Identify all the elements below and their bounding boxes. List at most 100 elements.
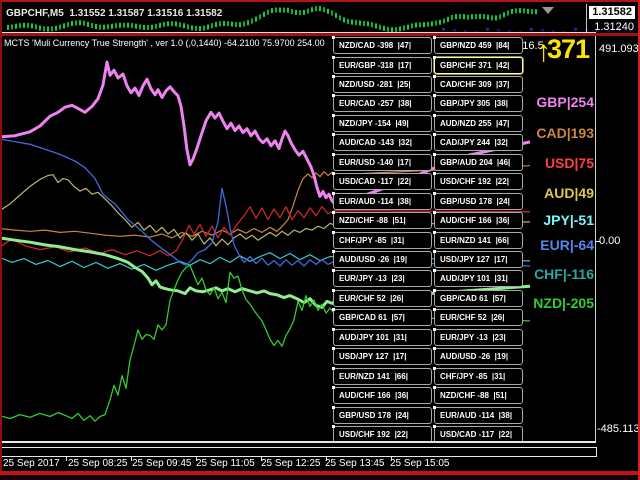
time-label: 25 Sep 11:05 (196, 458, 255, 469)
pair-button-nzdchf[interactable]: NZD/CHF -88 |51| (433, 386, 523, 405)
axis-tick (131, 457, 132, 461)
pair-button-gbpcad[interactable]: GBP/CAD 61 |57| (433, 288, 523, 307)
button-corner-mark (332, 211, 335, 214)
button-corner-mark (433, 386, 436, 390)
scale-max-label: 491.093 (599, 43, 639, 55)
pair-button-audnzd[interactable]: AUD/NZD 255 |47| (433, 113, 523, 132)
chart-bottom-border (0, 441, 596, 443)
indicator-title: MCTS 'Muli Currency True Strength' , ver… (4, 38, 325, 48)
button-corner-mark (332, 191, 335, 195)
pair-button-eurjpy[interactable]: EUR/JPY -13 |23| (332, 269, 432, 288)
strength-label-jpy: JPY|-51 (543, 212, 594, 228)
time-label: 25 Sep 13:45 (325, 458, 385, 469)
pair-button-usdchf[interactable]: USD/CHF 192 |22| (433, 172, 523, 191)
time-label: 25 Sep 08:25 (68, 458, 128, 469)
pair-button-eurgbp[interactable]: EUR/GBP -318 |17| (332, 55, 432, 74)
scale-min-label: -485.113 (597, 423, 640, 435)
button-corner-mark (433, 249, 436, 253)
pair-button-eurjpy[interactable]: EUR/JPY -13 |23| (433, 327, 523, 346)
strength-label-nzd: NZD|-205 (533, 295, 594, 311)
button-corner-mark (332, 133, 335, 137)
button-corner-mark (433, 288, 436, 292)
pair-button-cadchf[interactable]: CAD/CHF 309 |37| (433, 74, 523, 93)
button-corner-mark (332, 94, 335, 98)
button-corner-mark (433, 152, 436, 156)
pair-button-audusd[interactable]: AUD/USD -26 |19| (332, 249, 432, 268)
pair-button-gbpusd[interactable]: GBP/USD 178 |24| (433, 191, 523, 210)
up-arrow-icon: ↑ (536, 35, 551, 68)
pair-button-eurnzd[interactable]: EUR/NZD 141 |66| (433, 230, 523, 249)
pair-button-eurchf[interactable]: EUR/CHF 52 |26| (433, 308, 523, 327)
pair-button-audcad[interactable]: AUD/CAD -143 |32| (332, 133, 432, 152)
strength-label-chf: CHF|-116 (534, 266, 594, 282)
pair-button-audjpy[interactable]: AUD/JPY 101 |31| (433, 269, 523, 288)
pair-button-euraud[interactable]: EUR/AUD -114 |38| (433, 405, 523, 424)
strength-label-cad: CAD|193 (536, 125, 594, 141)
pair-button-eurnzd[interactable]: EUR/NZD 141 |66| (332, 366, 432, 385)
pair-button-gbpnzd[interactable]: GBP/NZD 459 |84| (433, 36, 523, 54)
strength-label-gbp: GBP|254 (536, 94, 594, 110)
pair-button-audchf[interactable]: AUD/CHF 166 |36| (433, 211, 523, 229)
strength-label-eur: EUR|-64 (540, 237, 594, 253)
pair-button-cadjpy[interactable]: CAD/JPY 244 |32| (433, 133, 523, 152)
button-corner-mark (433, 327, 436, 331)
pair-button-gbpchf[interactable]: GBP/CHF 371 |42| (433, 55, 523, 74)
pair-button-gbpjpy[interactable]: GBP/JPY 305 |38| (433, 94, 523, 113)
pair-button-nzdcad[interactable]: NZD/CAD -398 |47| (332, 36, 432, 54)
pair-button-chfjpy[interactable]: CHF/JPY -85 |31| (332, 230, 432, 249)
button-corner-mark (433, 74, 436, 78)
signal-value: 371 (547, 34, 590, 64)
pair-button-gbpaud[interactable]: GBP/AUD 204 |46| (433, 152, 523, 171)
pair-button-euraud[interactable]: EUR/AUD -114 |38| (332, 191, 432, 210)
pair-button-gbpcad[interactable]: GBP/CAD 61 |57| (332, 308, 432, 327)
time-label: 25 Sep 2017 (3, 458, 60, 469)
button-corner-mark (332, 308, 335, 312)
pair-button-audchf[interactable]: AUD/CHF 166 |36| (332, 386, 432, 405)
strength-label-aud: AUD|49 (544, 185, 594, 201)
button-corner-mark (433, 36, 436, 39)
button-corner-mark (433, 347, 436, 351)
button-corner-mark (332, 36, 335, 39)
pair-button-usdjpy[interactable]: USD/JPY 127 |17| (332, 347, 432, 366)
pair-button-nzdchf[interactable]: NZD/CHF -88 |51| (332, 211, 432, 229)
strength-label-usd: USD|75 (544, 155, 594, 171)
pair-button-usdjpy[interactable]: USD/JPY 127 |17| (433, 249, 523, 268)
pair-button-audusd[interactable]: AUD/USD -26 |19| (433, 347, 523, 366)
button-corner-mark (332, 113, 335, 117)
pair-button-eurcad[interactable]: EUR/CAD -257 |38| (332, 94, 432, 113)
pair-button-gbpusd[interactable]: GBP/USD 178 |24| (332, 405, 432, 424)
window-border-top (0, 0, 640, 2)
pair-button-eurchf[interactable]: EUR/CHF 52 |26| (332, 288, 432, 307)
pair-button-audjpy[interactable]: AUD/JPY 101 |31| (332, 327, 432, 346)
button-corner-mark (433, 211, 436, 214)
button-corner-mark (332, 327, 335, 331)
button-corner-mark (332, 366, 335, 370)
pair-button-eurusd[interactable]: EUR/USD -140 |17| (332, 152, 432, 171)
button-corner-mark (332, 269, 335, 273)
button-corner-mark (433, 55, 436, 59)
button-corner-mark (332, 347, 335, 351)
axis-tick (326, 457, 327, 461)
button-corner-mark (433, 366, 436, 370)
axis-tick (66, 457, 67, 461)
axis-tick (196, 457, 197, 461)
button-corner-mark (433, 172, 436, 176)
pair-button-nzdjpy[interactable]: NZD/JPY -154 |49| (332, 113, 432, 132)
axis-tick (261, 457, 262, 461)
zero-tick (596, 241, 600, 242)
time-label: 25 Sep 15:05 (390, 458, 450, 469)
pair-button-chfjpy[interactable]: CHF/JPY -85 |31| (433, 366, 523, 385)
subwindow-divider-bar[interactable] (1, 447, 597, 457)
button-corner-mark (332, 386, 335, 390)
pair-button-nzdusd[interactable]: NZD/USD -281 |25| (332, 74, 432, 93)
button-corner-mark (332, 152, 335, 156)
pair-button-usdcad[interactable]: USD/CAD -117 |22| (332, 172, 432, 191)
button-corner-mark (433, 425, 436, 428)
button-corner-mark (332, 405, 335, 409)
window-border-left (0, 0, 2, 480)
button-corner-mark (332, 74, 335, 78)
button-corner-mark (433, 133, 436, 137)
axis-tick (391, 457, 392, 461)
button-corner-mark (433, 94, 436, 98)
button-corner-mark (433, 308, 436, 312)
